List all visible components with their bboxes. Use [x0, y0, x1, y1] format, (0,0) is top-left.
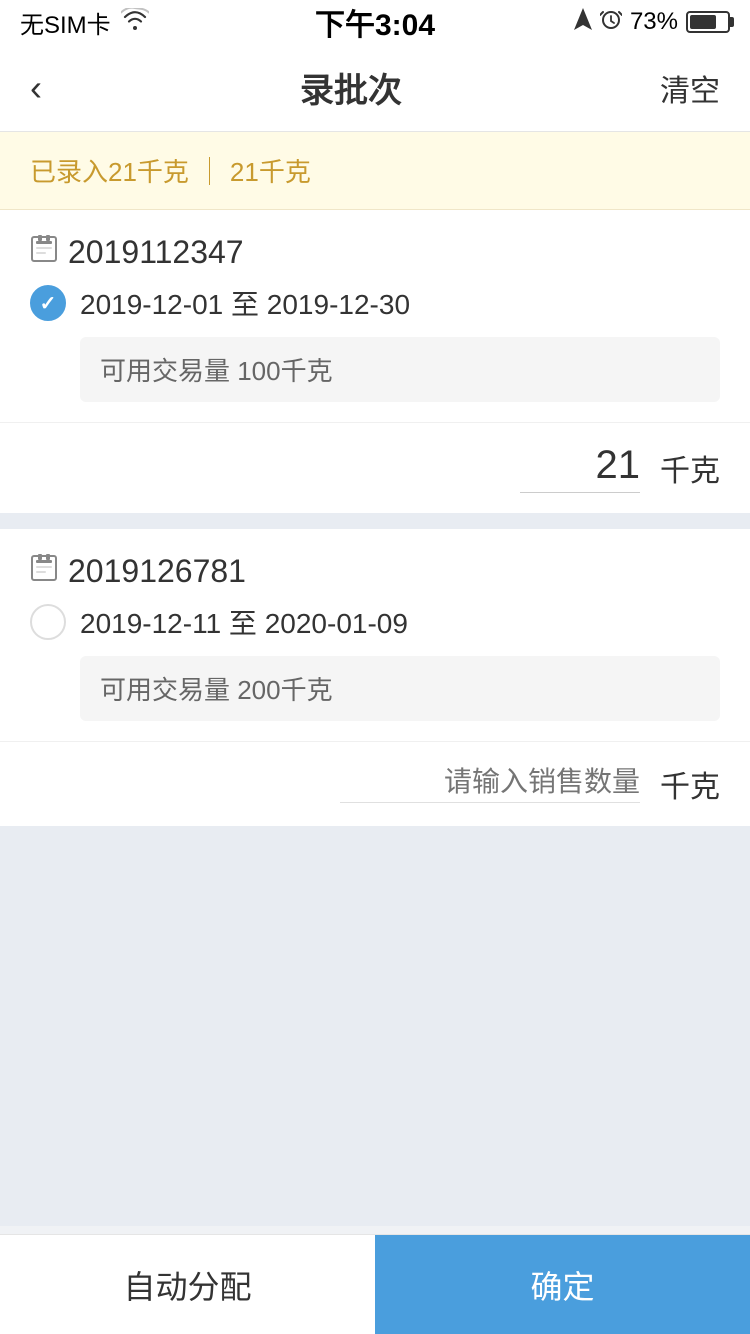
auto-distribute-button[interactable]: 自动分配: [0, 1235, 375, 1334]
confirm-button[interactable]: 确定: [375, 1235, 750, 1334]
batch-2-input-row: 千克: [0, 741, 750, 826]
recorded-amount-value: 21千克: [230, 152, 311, 189]
batch-1-header: 2019112347: [30, 234, 720, 271]
batch-2-qty-input[interactable]: [340, 766, 640, 798]
batch-2-unit: 千克: [660, 762, 720, 806]
batch-2-qty: 可用交易量 200千克: [80, 656, 720, 721]
page-title: 录批次: [300, 63, 402, 112]
batch-2-doc-icon: [30, 554, 58, 590]
clear-button[interactable]: 清空: [660, 66, 720, 110]
battery-icon: [686, 11, 730, 33]
batch-1-amount-row: 千克: [0, 422, 750, 513]
batch-1-amount-input[interactable]: [520, 443, 640, 488]
section-separator: [0, 513, 750, 529]
info-bar: 已录入21千克 21千克: [0, 132, 750, 210]
batch-2-input-underline[interactable]: [340, 766, 640, 803]
batch-item-1: 2019112347 2019-12-01 至 2019-12-30 可用交易量…: [0, 210, 750, 422]
empty-area: [0, 826, 750, 1226]
batch-2-date-row: 2019-12-11 至 2020-01-09: [30, 602, 720, 642]
batch-1-amount-underline: [520, 443, 640, 493]
batch-1-number: 2019112347: [68, 234, 244, 271]
wifi-icon: [121, 8, 149, 37]
location-icon: [574, 8, 592, 37]
batch-2-date: 2019-12-11 至 2020-01-09: [80, 602, 408, 642]
carrier-text: 无SIM卡: [20, 5, 111, 40]
battery-percent: 73%: [630, 8, 678, 36]
info-divider: [209, 157, 210, 185]
back-button[interactable]: ‹: [30, 67, 42, 109]
batch-1-doc-icon: [30, 235, 58, 271]
status-bar: 无SIM卡 下午3:04 73%: [0, 0, 750, 44]
recorded-amount-label: 已录入21千克: [30, 152, 189, 189]
status-right: 73%: [574, 8, 730, 37]
batch-2-header: 2019126781: [30, 553, 720, 590]
batch-1-date: 2019-12-01 至 2019-12-30: [80, 283, 410, 323]
batch-1-qty: 可用交易量 100千克: [80, 337, 720, 402]
bottom-bar: 自动分配 确定: [0, 1234, 750, 1334]
status-time: 下午3:04: [315, 0, 435, 44]
batch-1-date-row: 2019-12-01 至 2019-12-30: [30, 283, 720, 323]
batch-2-number: 2019126781: [68, 553, 246, 590]
batch-1-checkbox[interactable]: [30, 285, 66, 321]
batch-item-2: 2019126781 2019-12-11 至 2020-01-09 可用交易量…: [0, 529, 750, 741]
status-left: 无SIM卡: [20, 5, 149, 40]
batch-1-unit: 千克: [660, 446, 720, 490]
batch-2-checkbox[interactable]: [30, 604, 66, 640]
nav-bar: ‹ 录批次 清空: [0, 44, 750, 132]
alarm-icon: [600, 8, 622, 37]
